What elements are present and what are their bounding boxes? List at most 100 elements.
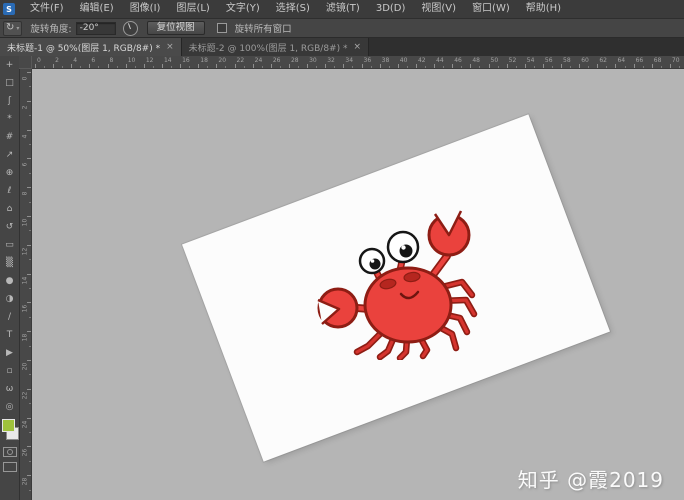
ruler-tick	[71, 64, 73, 68]
ruler-tick-minor	[497, 66, 499, 68]
ruler-tick	[143, 64, 145, 68]
ruler-label: 0	[37, 57, 41, 64]
ruler-label: 28	[290, 57, 299, 64]
menu-item-6[interactable]: 选择(S)	[268, 0, 318, 18]
ruler-label: 62	[599, 57, 607, 64]
lasso-tool[interactable]: ʃ	[1, 92, 19, 110]
menu-item-9[interactable]: 视图(V)	[413, 0, 464, 18]
menu-item-7[interactable]: 滤镜(T)	[318, 0, 368, 18]
quick-selection-tool[interactable]: *	[1, 110, 19, 128]
ruler-tick-minor	[642, 66, 644, 68]
ruler-tick	[252, 64, 254, 68]
ruler-tick-minor	[660, 66, 662, 68]
brush-tool[interactable]: ℓ	[1, 182, 19, 200]
ruler-tick-minor	[62, 66, 64, 68]
tools: + □ ʃ * # ↗ ⊕ ℓ ⌂ ↺ ▭ ▒ ● ◑ ∕ T ▶ ▫ ω ◎	[1, 56, 19, 416]
ruler-label: 8	[21, 191, 29, 196]
ruler-tick-minor	[29, 460, 31, 462]
ruler-tick-minor	[551, 66, 553, 68]
rectangular-marquee-tool[interactable]: □	[1, 74, 19, 92]
rotate-view-tool-button[interactable]: ↻ ▾	[3, 20, 23, 36]
menu-item-2[interactable]: 编辑(E)	[72, 0, 122, 18]
crop-tool[interactable]: #	[1, 128, 19, 146]
screen-mode-button[interactable]	[2, 462, 17, 472]
rotation-compass-dial[interactable]	[122, 20, 138, 36]
ruler-label: 36	[363, 57, 372, 64]
foreground-color-swatch[interactable]	[1, 419, 15, 432]
ruler-tick-minor	[316, 66, 318, 68]
ruler-label: 66	[635, 57, 644, 64]
menu-item-8[interactable]: 3D(D)	[368, 0, 414, 18]
ruler-label: 6	[21, 162, 29, 167]
pen-tool[interactable]: ∕	[1, 308, 19, 326]
ruler-tick	[288, 64, 290, 68]
ruler-tick	[434, 64, 436, 68]
quick-mask-mode-button[interactable]	[2, 447, 17, 457]
vertical-ruler[interactable]: 0 2 4 6 8 10 12 14 16 18 20 22 24 26 28	[19, 68, 32, 500]
ruler-label: 26	[272, 57, 281, 64]
ruler-label: 16	[21, 305, 29, 313]
ruler-tick	[325, 64, 327, 68]
eyedropper-tool[interactable]: ↗	[1, 146, 19, 164]
rectangle-tool[interactable]: ▫	[1, 362, 19, 380]
ruler-tick	[615, 64, 617, 68]
blur-tool[interactable]: ●	[1, 272, 19, 290]
menu-item-1[interactable]: 文件(F)	[22, 0, 72, 18]
history-brush-tool[interactable]: ↺	[1, 218, 19, 236]
clone-stamp-tool[interactable]: ⌂	[1, 200, 19, 218]
menu-item-11[interactable]: 帮助(H)	[518, 0, 569, 18]
horizontal-type-tool[interactable]: T	[1, 326, 19, 344]
rotation-angle-input[interactable]: -20°	[75, 21, 116, 35]
ruler-tick-minor	[29, 201, 31, 203]
ruler-tick-minor	[29, 432, 31, 433]
menu-item-4[interactable]: 图层(L)	[168, 0, 217, 18]
ruler-label: 42	[417, 57, 426, 64]
ruler-tick-minor	[334, 66, 336, 68]
watermark: 知乎 @霞2019	[517, 468, 664, 492]
ruler-tick-minor	[29, 316, 31, 318]
dodge-tool[interactable]: ◑	[1, 290, 19, 308]
zoom-tool[interactable]: ◎	[1, 398, 19, 416]
spot-healing-brush-tool[interactable]: ⊕	[1, 164, 19, 182]
horizontal-ruler[interactable]: 0 2 4 6 8 10 12 14 16 18 20 22 24 26 28 30 32 34 36 38 40 42 4…	[31, 56, 684, 69]
ruler-tick-minor	[29, 144, 31, 145]
rotate-view-tool-icon: ↻	[6, 22, 15, 33]
menu-item-10[interactable]: 窗口(W)	[464, 0, 518, 18]
ruler-label: 22	[236, 57, 245, 64]
ruler-tick-minor	[261, 66, 263, 68]
menu-item-5[interactable]: 文字(Y)	[218, 0, 268, 18]
ruler-tick	[379, 64, 381, 68]
ruler-tick	[125, 64, 127, 68]
ruler-label: 24	[254, 57, 263, 64]
eraser-tool[interactable]: ▭	[1, 236, 19, 254]
close-icon[interactable]: ×	[353, 42, 361, 52]
rotate-all-windows-checkbox[interactable]	[216, 23, 227, 33]
hand-tool[interactable]: ω	[1, 380, 19, 398]
menu-item-3[interactable]: 图像(I)	[122, 0, 169, 18]
ruler-tick-minor	[461, 66, 463, 68]
ruler-tick-minor	[152, 66, 154, 68]
ruler-tick	[506, 64, 508, 68]
gradient-tool[interactable]: ▒	[1, 254, 19, 272]
ruler-tick-minor	[29, 172, 31, 174]
ruler-label: 28	[21, 477, 29, 486]
move-tool[interactable]: +	[1, 56, 19, 74]
reset-view-button[interactable]: 复位视图	[146, 21, 205, 35]
close-icon[interactable]: ×	[166, 42, 174, 52]
ruler-tick	[307, 64, 309, 68]
menu-bar: S 文件(F) 编辑(E) 图像(I) 图层(L) 文字(Y) 选择(S) 滤镜(T) 3D(…	[0, 0, 684, 19]
ruler-tick	[669, 64, 671, 68]
document-tab-1[interactable]: 未标题-1 @ 50%(图层 1, RGB/8#) * ×	[0, 38, 182, 56]
document-tab-2[interactable]: 未标题-2 @ 100%(图层 1, RGB/8#) * ×	[181, 38, 370, 56]
ruler-tick	[270, 64, 272, 68]
canvas-area[interactable]: 知乎 @霞2019	[31, 68, 684, 500]
path-selection-tool[interactable]: ▶	[1, 344, 19, 362]
ruler-tick	[198, 64, 200, 68]
crab-image	[317, 210, 478, 360]
rotation-angle-label: 旋转角度:	[30, 24, 72, 35]
ruler-tick	[397, 64, 399, 68]
ruler-label: 54	[526, 57, 535, 64]
ruler-tick-minor	[29, 374, 31, 376]
ruler-label: 2	[21, 105, 29, 110]
ruler-tick-minor	[370, 66, 372, 68]
